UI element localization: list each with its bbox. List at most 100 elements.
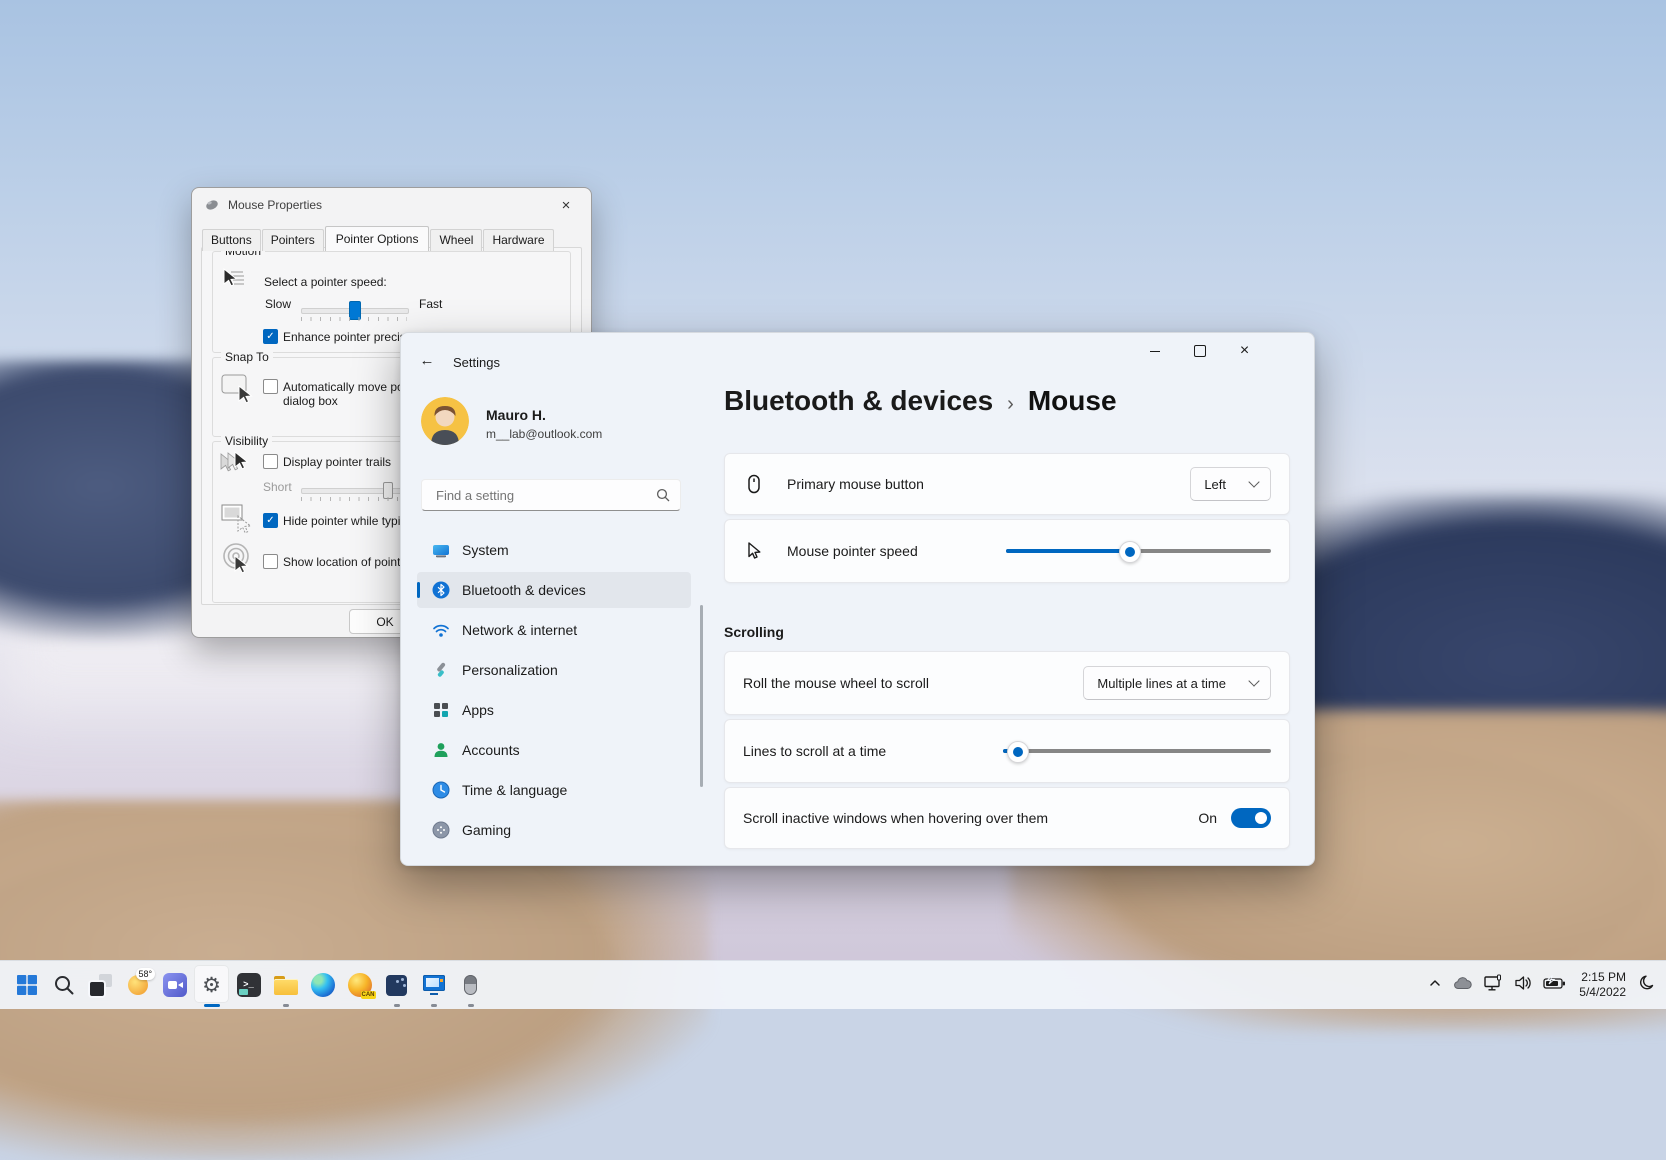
sidebar-item-gaming[interactable]: Gaming [417, 812, 691, 848]
snap-to-legend: Snap To [221, 350, 273, 364]
mouse-app-icon [464, 975, 477, 995]
minimize-button[interactable] [1132, 334, 1177, 368]
breadcrumb-parent[interactable]: Bluetooth & devices [724, 385, 993, 417]
search-button[interactable] [45, 961, 82, 1009]
time-language-icon [432, 781, 450, 799]
slider-thumb[interactable] [1118, 541, 1141, 563]
dropdown-value: Multiple lines at a time [1097, 675, 1226, 691]
edge-button[interactable] [304, 961, 341, 1009]
edge-canary-button[interactable]: CAN [341, 961, 378, 1009]
sidebar-scrollbar[interactable] [700, 605, 703, 787]
edge-icon [310, 973, 335, 997]
close-button[interactable]: × [1222, 334, 1267, 368]
sidebar-item-label: Personalization [462, 662, 558, 678]
snap-to-icon [221, 374, 253, 404]
notifications-button[interactable] [1634, 965, 1660, 1005]
edge-canary-icon: CAN [347, 973, 376, 999]
scroll-inactive-toggle[interactable] [1231, 808, 1271, 828]
minimize-icon [1149, 350, 1160, 352]
gear-icon: ⚙ [202, 973, 221, 997]
file-explorer-button[interactable] [267, 961, 304, 1009]
volume-button[interactable] [1509, 965, 1537, 1005]
mouse-properties-titlebar[interactable]: Mouse Properties × [192, 188, 591, 222]
toggle-state-label: On [1198, 810, 1217, 826]
close-icon: × [1239, 342, 1250, 359]
window-title: Settings [453, 355, 500, 370]
clock-date: 5/4/2022 [1579, 985, 1626, 999]
display-trails-checkbox[interactable] [263, 454, 278, 469]
selected-indicator [417, 582, 420, 598]
setting-label: Roll the mouse wheel to scroll [743, 675, 929, 691]
tray-chevron-button[interactable] [1423, 965, 1447, 1005]
tab-wheel[interactable]: Wheel [430, 229, 483, 251]
chevron-down-icon [1248, 675, 1260, 687]
sidebar-item-accounts[interactable]: Accounts [417, 732, 691, 768]
speaker-icon [1513, 974, 1533, 997]
search-input[interactable] [434, 486, 656, 504]
sidebar-item-label: System [462, 542, 509, 558]
hide-pointer-checkbox[interactable]: ✓ [263, 513, 278, 528]
battery-button[interactable] [1539, 965, 1571, 1005]
select-speed-label: Select a pointer speed: [264, 275, 387, 289]
tab-buttons[interactable]: Buttons [202, 229, 261, 251]
enhance-precision-checkbox[interactable]: ✓ [263, 329, 278, 344]
task-view-button[interactable] [82, 961, 119, 1009]
back-button[interactable]: ← [411, 346, 443, 374]
pointer-location-icon [223, 543, 249, 574]
sidebar-item-label: Network & internet [462, 622, 578, 638]
cube-app-icon [386, 974, 407, 996]
mouse-pointer-speed-row: Mouse pointer speed [724, 519, 1290, 583]
primary-mouse-button-row: Primary mouse button Left [724, 453, 1290, 515]
tab-hardware[interactable]: Hardware [483, 229, 554, 251]
start-button[interactable] [8, 961, 45, 1009]
wheel-scroll-dropdown[interactable]: Multiple lines at a time [1083, 666, 1271, 700]
widgets-button[interactable]: 58° [119, 961, 156, 1009]
settings-taskbar-button[interactable]: ⚙ [193, 961, 230, 1009]
pointer-speed-slider[interactable] [1006, 541, 1271, 563]
taskbar-clock[interactable]: 2:15 PM 5/4/2022 [1573, 970, 1632, 1000]
lines-scroll-slider[interactable] [1003, 741, 1271, 763]
auto-move-checkbox[interactable] [263, 379, 278, 394]
page-title: Mouse [1027, 385, 1117, 416]
settings-sidebar: System Bluetooth & devices Network & int… [417, 532, 691, 852]
chevron-down-icon [1248, 476, 1260, 488]
cloud-icon [1453, 975, 1473, 996]
trails-ticks [301, 497, 407, 501]
active-app-indicator [203, 1004, 220, 1007]
system-icon [432, 541, 450, 559]
terminal-icon: >_ [236, 973, 261, 997]
show-location-checkbox[interactable] [263, 554, 278, 569]
chat-button[interactable] [156, 961, 193, 1009]
settings-window: ← Settings × Mauro H. m__lab@outlook.com… [400, 332, 1315, 866]
sidebar-item-system[interactable]: System [417, 532, 691, 568]
sidebar-item-bluetooth-devices[interactable]: Bluetooth & devices [417, 572, 691, 608]
dialog-close-icon[interactable]: × [553, 194, 579, 216]
sidebar-item-label: Gaming [462, 822, 512, 838]
terminal-button[interactable]: >_ [230, 961, 267, 1009]
breadcrumb: Bluetooth & devices › Mouse [724, 385, 1117, 417]
builder-app-button[interactable] [378, 961, 415, 1009]
setting-label: Scroll inactive windows when hovering ov… [743, 810, 1049, 826]
sidebar-item-network-internet[interactable]: Network & internet [417, 612, 691, 648]
sidebar-item-personalization[interactable]: Personalization [417, 652, 691, 688]
chat-icon [162, 973, 187, 997]
pointer-speed-icon [223, 267, 244, 287]
mouse-settings-app-button[interactable] [452, 961, 489, 1009]
slider-thumb[interactable] [1007, 741, 1030, 763]
search-icon[interactable] [656, 488, 670, 502]
sidebar-item-apps[interactable]: Apps [417, 692, 691, 728]
primary-button-dropdown[interactable]: Left [1190, 467, 1271, 501]
display-tray-button[interactable] [1479, 965, 1507, 1005]
tab-pointer-options[interactable]: Pointer Options [324, 226, 430, 251]
search-icon [53, 974, 75, 996]
avatar[interactable] [421, 397, 469, 445]
sidebar-item-time-language[interactable]: Time & language [417, 772, 691, 808]
slow-label: Slow [265, 297, 292, 311]
tab-pointers[interactable]: Pointers [261, 229, 324, 251]
sidebar-item-label: Bluetooth & devices [462, 582, 586, 598]
search-box[interactable] [421, 479, 681, 511]
personalization-icon [432, 661, 450, 679]
maximize-button[interactable] [1177, 334, 1222, 368]
display-app-button[interactable] [415, 961, 452, 1009]
onedrive-button[interactable] [1449, 965, 1477, 1005]
